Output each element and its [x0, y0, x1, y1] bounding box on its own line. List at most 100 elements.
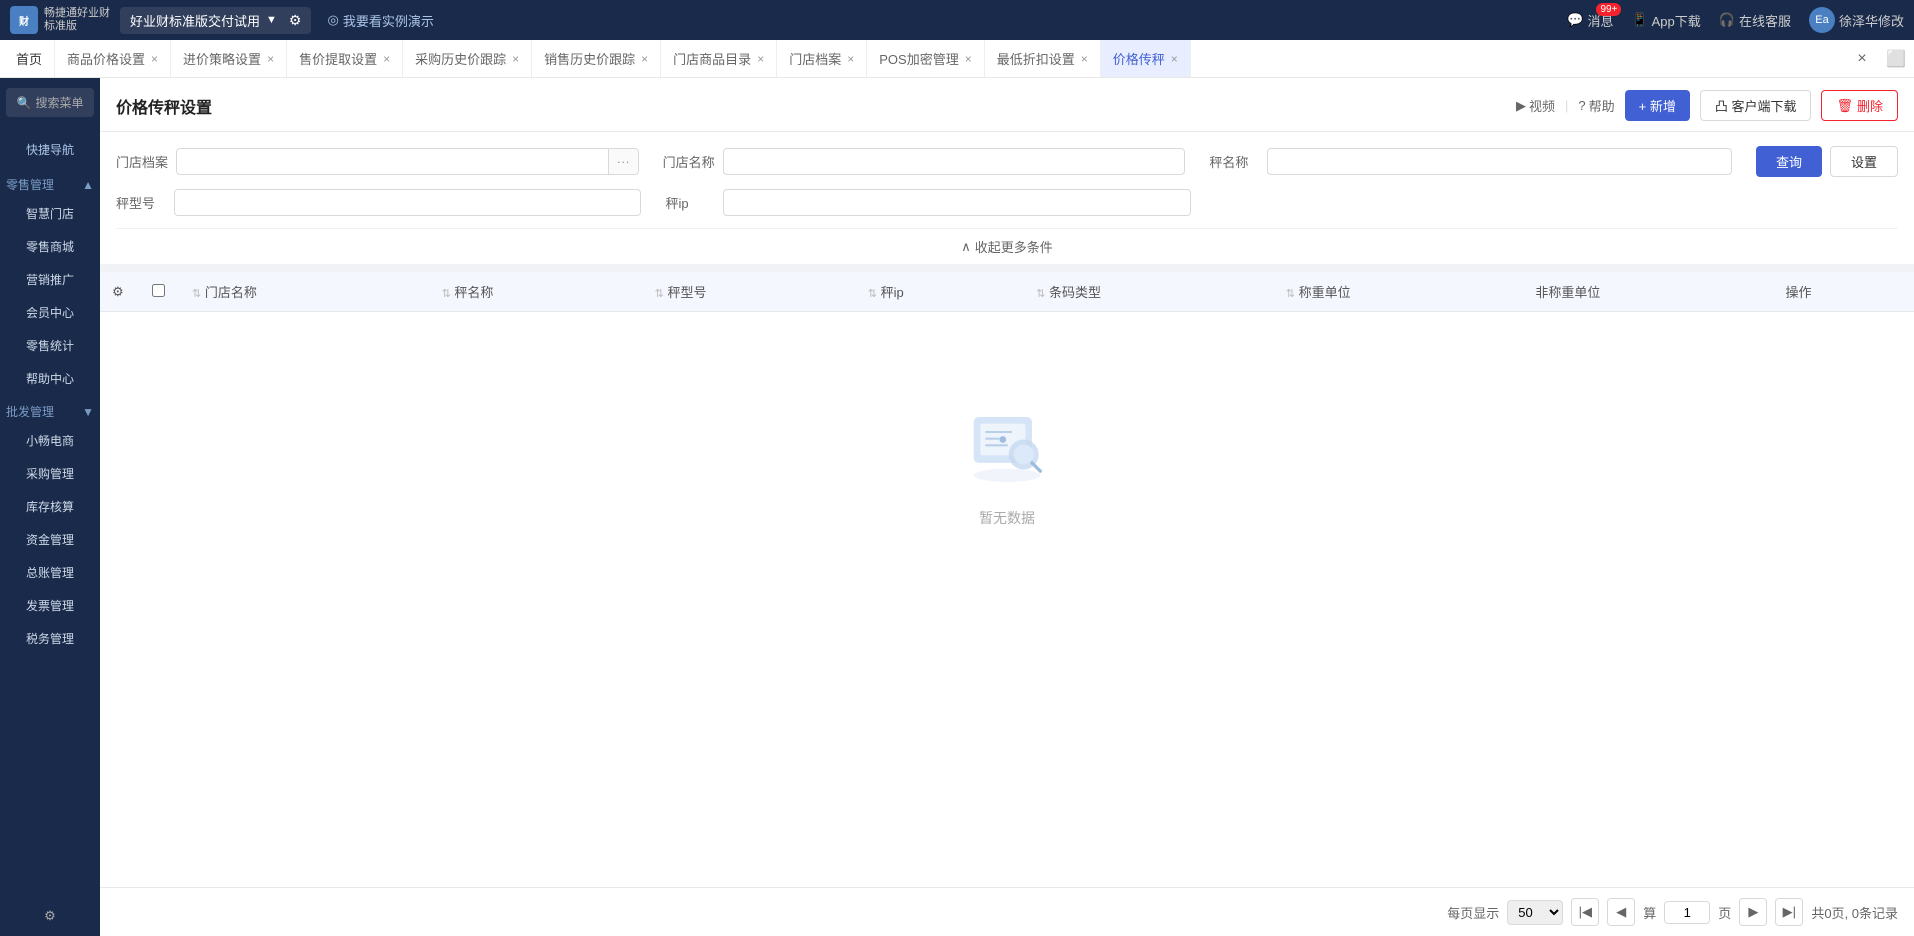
- query-button[interactable]: 查询: [1756, 146, 1822, 177]
- online-service-button[interactable]: 🎧 在线客服: [1719, 11, 1791, 30]
- th-non-weight-unit: 非称重单位: [1523, 272, 1773, 312]
- sort-icon: ⇅: [1036, 288, 1045, 300]
- sidebar-item-wholesale-mgmt[interactable]: 批发管理 ▼: [0, 395, 100, 424]
- tab-purchase-strategy[interactable]: 进价策略设置 ×: [171, 40, 287, 78]
- store-file-input[interactable]: [177, 149, 608, 174]
- last-page-button[interactable]: ▶|: [1775, 898, 1803, 926]
- tab-close-icon[interactable]: ×: [151, 52, 158, 66]
- version-selector[interactable]: 好业财标准版交付试用 ▼ ⚙: [120, 7, 311, 34]
- tab-bar: 首页 商品价格设置 × 进价策略设置 × 售价提取设置 × 采购历史价跟踪 × …: [0, 40, 1914, 78]
- sidebar-item-invoice[interactable]: 发票管理: [0, 589, 100, 622]
- video-icon: ▶: [1516, 98, 1526, 114]
- sidebar-item-retail-mall[interactable]: 零售商城: [0, 230, 100, 263]
- page-title: 价格传秤设置: [116, 94, 212, 118]
- collapse-button[interactable]: ∧ 收起更多条件: [116, 228, 1898, 264]
- sidebar-nav: 快捷导航 零售管理 ▲ 智慧门店 零售商城 营销推广 会员中心 零售统计 帮助中…: [0, 127, 100, 659]
- tab-home[interactable]: 首页: [4, 40, 55, 78]
- filter-store-file: 门店档案 ···: [116, 148, 639, 175]
- help-icon: ?: [1578, 98, 1585, 113]
- scale-ip-input[interactable]: [723, 189, 1190, 216]
- tab-sales-history[interactable]: 销售历史价跟踪 ×: [532, 40, 661, 78]
- sidebar-item-marketing[interactable]: 营销推广: [0, 263, 100, 296]
- sidebar-item-retail-mgmt[interactable]: 零售管理 ▲: [0, 168, 100, 197]
- chevron-up-icon: ▲: [82, 178, 94, 192]
- search-icon: 🔍: [17, 96, 32, 110]
- tab-close-icon[interactable]: ×: [965, 52, 972, 66]
- empty-icon: [957, 392, 1057, 492]
- sidebar: 🔍 搜索菜单 快捷导航 零售管理 ▲ 智慧门店 零售商城 营销推广 会员中心 零…: [0, 78, 100, 936]
- settings-icon[interactable]: ⚙: [289, 12, 302, 29]
- select-all-checkbox[interactable]: [152, 284, 165, 297]
- tab-store-catalog[interactable]: 门店商品目录 ×: [661, 40, 777, 78]
- sidebar-item-tax[interactable]: 税务管理: [0, 622, 100, 655]
- th-scale-ip: ⇅ 秤ip: [856, 272, 1024, 312]
- set-button[interactable]: 设置: [1830, 146, 1898, 177]
- sort-icon: ⇅: [1286, 288, 1295, 300]
- pagination-bar: 每页显示 50 10 20 100 |◀ ◀ 算 页 ▶ ▶| 共0页, 0条记…: [100, 887, 1914, 936]
- next-page-button[interactable]: ▶: [1739, 898, 1767, 926]
- tab-close-icon[interactable]: ×: [641, 52, 648, 66]
- sidebar-item-quicknav[interactable]: 快捷导航: [0, 131, 100, 168]
- search-menu-button[interactable]: 🔍 搜索菜单: [6, 88, 94, 117]
- add-button[interactable]: + 新增: [1625, 90, 1690, 121]
- filter-scale-model: 秤型号: [116, 189, 641, 216]
- per-page-select[interactable]: 50 10 20 100: [1507, 900, 1563, 925]
- tab-selling-extract[interactable]: 售价提取设置 ×: [287, 40, 403, 78]
- tab-price-scale[interactable]: 价格传秤 ×: [1101, 40, 1191, 78]
- page-input[interactable]: [1664, 901, 1710, 924]
- user-menu[interactable]: Ea 徐泽华修改: [1809, 7, 1904, 33]
- tab-product-price[interactable]: 商品价格设置 ×: [55, 40, 171, 78]
- store-name-input[interactable]: [723, 148, 1186, 175]
- close-tab-btn[interactable]: ×: [1848, 45, 1876, 73]
- scale-name-label: 秤名称: [1209, 152, 1259, 171]
- tab-store-file[interactable]: 门店档案 ×: [777, 40, 867, 78]
- logo-text: 畅捷通好业财 标准版: [44, 7, 110, 33]
- store-file-input-group: ···: [176, 148, 639, 175]
- sidebar-item-finance[interactable]: 资金管理: [0, 523, 100, 556]
- sidebar-item-general-ledger[interactable]: 总账管理: [0, 556, 100, 589]
- first-page-button[interactable]: |◀: [1571, 898, 1599, 926]
- sidebar-item-member-center[interactable]: 会员中心: [0, 296, 100, 329]
- sidebar-item-retail-stats[interactable]: 零售统计: [0, 329, 100, 362]
- delete-button[interactable]: 🗑 删除: [1821, 90, 1898, 121]
- prev-page-button[interactable]: ◀: [1607, 898, 1635, 926]
- total-info: 共0页, 0条记录: [1811, 903, 1898, 922]
- sidebar-settings-button[interactable]: ⚙: [0, 896, 100, 936]
- th-settings[interactable]: ⚙: [100, 272, 140, 312]
- tab-close-icon[interactable]: ×: [512, 52, 519, 66]
- tab-close-icon[interactable]: ×: [267, 52, 274, 66]
- delete-icon: 🗑: [1836, 98, 1853, 114]
- top-bar-right: 💬 消息 99+ 📱 App下载 🎧 在线客服 Ea 徐泽华修改: [1567, 7, 1904, 33]
- page-header-actions: ▶ 视频 | ? 帮助 + 新增 凸 客户端下载 🗑 删除: [1516, 90, 1898, 121]
- avatar: Ea: [1809, 7, 1835, 33]
- scale-model-input[interactable]: [174, 189, 641, 216]
- sidebar-item-ecommerce[interactable]: 小畅电商: [0, 424, 100, 457]
- sidebar-search: 🔍 搜索菜单: [0, 78, 100, 127]
- store-file-picker-button[interactable]: ···: [608, 149, 638, 174]
- help-link[interactable]: ? 帮助: [1578, 96, 1614, 115]
- tab-close-icon[interactable]: ×: [383, 52, 390, 66]
- video-link[interactable]: ▶ 视频: [1516, 96, 1555, 115]
- scale-name-input[interactable]: [1267, 148, 1732, 175]
- demo-link[interactable]: ◎ 我要看实例演示: [327, 11, 433, 30]
- sidebar-item-smart-store[interactable]: 智慧门店: [0, 197, 100, 230]
- sidebar-item-help-center[interactable]: 帮助中心: [0, 362, 100, 395]
- sidebar-item-inventory[interactable]: 库存核算: [0, 490, 100, 523]
- message-button[interactable]: 💬 消息 99+: [1567, 11, 1613, 30]
- page-label: 算: [1643, 903, 1656, 922]
- tab-close-icon[interactable]: ×: [847, 52, 854, 66]
- tab-pos-mgmt[interactable]: POS加密管理 ×: [867, 40, 984, 78]
- tab-close-icon[interactable]: ×: [1171, 52, 1178, 66]
- message-badge: 99+: [1596, 3, 1621, 16]
- app-download-button[interactable]: 📱 App下载: [1631, 11, 1700, 30]
- tab-purchase-history[interactable]: 采购历史价跟踪 ×: [403, 40, 532, 78]
- client-download-button[interactable]: 凸 客户端下载: [1700, 90, 1812, 121]
- filter-row-1: 门店档案 ··· 门店名称 秤名称 查询 设置: [116, 146, 1898, 177]
- tab-close-icon[interactable]: ×: [757, 52, 764, 66]
- main-layout: 🔍 搜索菜单 快捷导航 零售管理 ▲ 智慧门店 零售商城 营销推广 会员中心 零…: [0, 78, 1914, 936]
- tab-min-discount[interactable]: 最低折扣设置 ×: [985, 40, 1101, 78]
- restore-tab-btn[interactable]: ⬜: [1882, 45, 1910, 73]
- sidebar-item-purchase-mgmt[interactable]: 采购管理: [0, 457, 100, 490]
- circle-icon: ◎: [327, 12, 338, 28]
- tab-close-icon[interactable]: ×: [1081, 52, 1088, 66]
